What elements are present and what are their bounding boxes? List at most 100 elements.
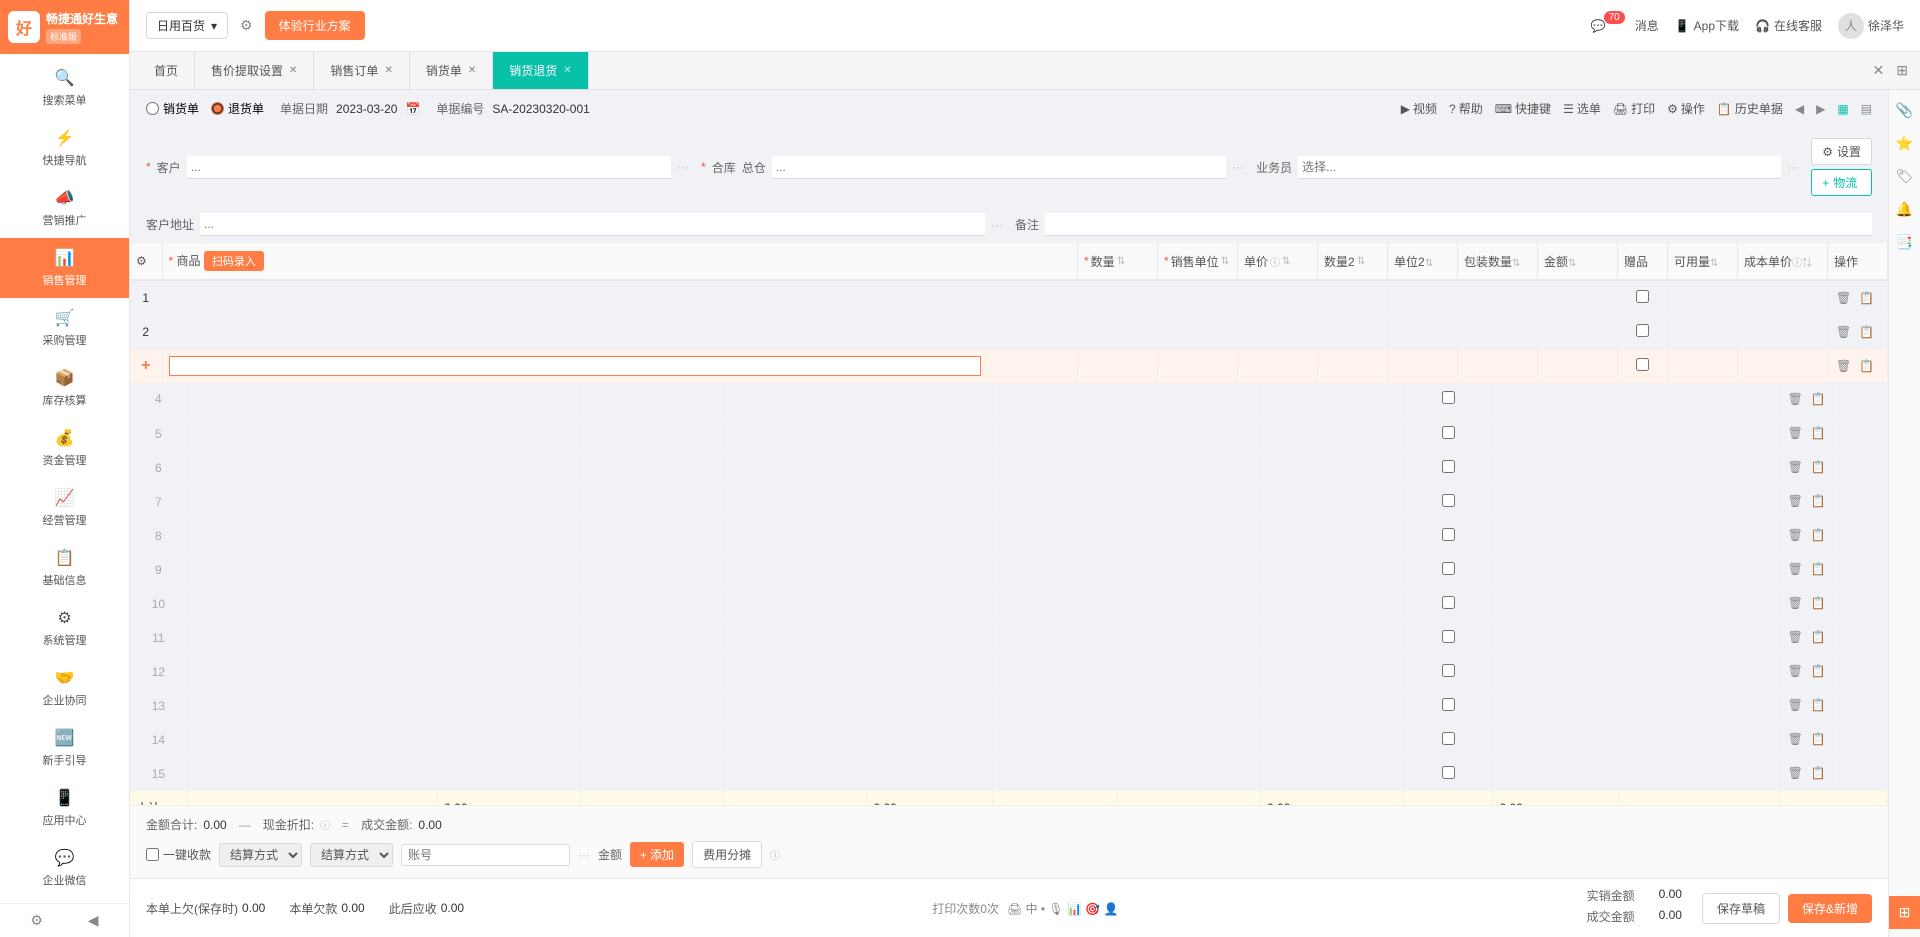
tab-price-settings[interactable]: 售价提取设置 ✕ (195, 52, 314, 89)
cell-col-unit-5[interactable] (581, 417, 724, 451)
tab-sales-order-close-icon[interactable]: ✕ (384, 65, 392, 76)
radio-sale-delivery[interactable]: 销货单 (146, 100, 199, 117)
cell-col-price-15[interactable] (724, 757, 867, 791)
cell-col-unit2-10[interactable] (992, 587, 1117, 621)
delete-row-14-btn[interactable]: 🗑 (1786, 729, 1805, 750)
action-cell-5[interactable]: 🗑📋 (1780, 417, 1840, 451)
cell-col-qty-4[interactable] (438, 383, 581, 417)
gift-checkbox-2[interactable] (1636, 324, 1649, 337)
sidebar-item-wechat[interactable]: 💬 企业微信 (0, 838, 129, 898)
save-draft-btn[interactable]: 保存草稿 (1702, 893, 1780, 924)
cell-col-price-13[interactable] (724, 689, 867, 723)
avail-cell-add[interactable] (1668, 349, 1738, 383)
cell-col-unit2-6[interactable] (992, 451, 1117, 485)
cell-col-unit2-9[interactable] (992, 553, 1117, 587)
radio-sale-delivery-input[interactable] (146, 102, 159, 115)
cell-col-pack-10[interactable] (1117, 587, 1260, 621)
cell-col-product-5[interactable] (187, 417, 437, 451)
cell-col-product-10[interactable] (187, 587, 437, 621)
unit2-cell-1[interactable] (1388, 280, 1458, 315)
cell-col-unit-11[interactable] (581, 621, 724, 655)
cell-col-avail-12[interactable] (1493, 655, 1618, 689)
cell-col-unit2-4[interactable] (992, 383, 1117, 417)
cell-col-cost-5[interactable] (1618, 417, 1779, 451)
cell-col-pack-4[interactable] (1117, 383, 1260, 417)
cell-col-unit2-7[interactable] (992, 485, 1117, 519)
cell-col-unit-14[interactable] (581, 723, 724, 757)
cell-col-avail-4[interactable] (1493, 383, 1618, 417)
save-new-btn[interactable]: 保存&新增 (1788, 894, 1872, 923)
gift-cell-12[interactable] (1404, 655, 1493, 689)
right-icon-2[interactable]: ⭐ (1892, 131, 1917, 156)
qty2-cell-1[interactable] (1318, 280, 1388, 315)
copy-row-15-btn[interactable]: 📋 (1809, 763, 1828, 784)
cell-col-cost-9[interactable] (1618, 553, 1779, 587)
cell-col-pack-8[interactable] (1117, 519, 1260, 553)
cell-col-avail-5[interactable] (1493, 417, 1618, 451)
cell-col-amount-7[interactable] (1260, 485, 1403, 519)
cell-col-price-10[interactable] (724, 587, 867, 621)
notification-item[interactable]: 💬 70 消息 (1591, 17, 1659, 34)
gift-checkbox-4[interactable] (1442, 391, 1455, 404)
cell-col-qty2-8[interactable] (867, 519, 992, 553)
cell-col-cost-15[interactable] (1618, 757, 1779, 791)
experience-btn[interactable]: 体验行业方案 (265, 11, 365, 40)
tab-sales-return-close-icon[interactable]: ✕ (563, 65, 571, 76)
qty2-sort-icon[interactable]: ⇅ (1357, 256, 1365, 267)
delete-row-13-btn[interactable]: 🗑 (1786, 695, 1805, 716)
qty-cell-1[interactable] (1078, 280, 1158, 315)
cell-col-cost-13[interactable] (1618, 689, 1779, 723)
price-sort-icon[interactable]: ⇅ (1282, 256, 1290, 267)
cell-col-amount-10[interactable] (1260, 587, 1403, 621)
cell-col-product-8[interactable] (187, 519, 437, 553)
copy-row-13-btn[interactable]: 📋 (1809, 695, 1828, 716)
cell-col-amount-13[interactable] (1260, 689, 1403, 723)
cell-col-cost-10[interactable] (1618, 587, 1779, 621)
gift-cell-15[interactable] (1404, 757, 1493, 791)
tab-price-settings-close-icon[interactable]: ✕ (289, 65, 297, 76)
cell-col-unit-6[interactable] (581, 451, 724, 485)
history-doc-btn[interactable]: 📋 历史单据 (1717, 100, 1783, 117)
cell-col-cost-6[interactable] (1618, 451, 1779, 485)
cell-col-qty-13[interactable] (438, 689, 581, 723)
cell-col-amount-14[interactable] (1260, 723, 1403, 757)
tab-sales-return[interactable]: 销货退货 ✕ (493, 52, 588, 89)
gift-checkbox-13[interactable] (1442, 698, 1455, 711)
delete-row-add-btn[interactable]: 🗑 (1834, 357, 1853, 375)
cell-col-avail-7[interactable] (1493, 485, 1618, 519)
copy-row-4-btn[interactable]: 📋 (1809, 389, 1828, 410)
unit2-cell-add[interactable] (1388, 349, 1458, 383)
sidebar-item-operations[interactable]: 📈 经营管理 (0, 478, 129, 538)
cell-col-qty2-14[interactable] (867, 723, 992, 757)
cell-col-unit-9[interactable] (581, 553, 724, 587)
select-doc-btn[interactable]: ☰ 选单 (1563, 100, 1601, 117)
gift-checkbox-8[interactable] (1442, 528, 1455, 541)
cell-col-avail-11[interactable] (1493, 621, 1618, 655)
action-cell-4[interactable]: 🗑📋 (1780, 383, 1840, 417)
cell-col-qty2-12[interactable] (867, 655, 992, 689)
cell-col-product-9[interactable] (187, 553, 437, 587)
cell-col-qty-6[interactable] (438, 451, 581, 485)
cell-col-avail-14[interactable] (1493, 723, 1618, 757)
gift-cell-7[interactable] (1404, 485, 1493, 519)
print-btn[interactable]: 🖨 打印 (1613, 100, 1655, 117)
cell-col-cost-8[interactable] (1618, 519, 1779, 553)
sidebar-item-system[interactable]: ⚙ 系统管理 (0, 598, 129, 658)
copy-row-9-btn[interactable]: 📋 (1809, 559, 1828, 580)
copy-row-14-btn[interactable]: 📋 (1809, 729, 1828, 750)
pack-sort-icon[interactable]: ⇅ (1512, 258, 1520, 269)
gift-cell-11[interactable] (1404, 621, 1493, 655)
cell-col-unit2-8[interactable] (992, 519, 1117, 553)
right-icon-1[interactable]: 📎 (1892, 98, 1917, 123)
cell-col-qty-11[interactable] (438, 621, 581, 655)
customer-dots-btn[interactable]: ··· (677, 160, 689, 174)
scan-enter-btn[interactable]: 扫码录入 (204, 251, 264, 271)
cell-col-qty2-13[interactable] (867, 689, 992, 723)
cell-col-qty2-15[interactable] (867, 757, 992, 791)
pack-cell-2[interactable] (1458, 315, 1538, 349)
gift-cell-14[interactable] (1404, 723, 1493, 757)
cell-col-qty-12[interactable] (438, 655, 581, 689)
cell-col-avail-15[interactable] (1493, 757, 1618, 791)
cell-col-pack-15[interactable] (1117, 757, 1260, 791)
copy-row-10-btn[interactable]: 📋 (1809, 593, 1828, 614)
